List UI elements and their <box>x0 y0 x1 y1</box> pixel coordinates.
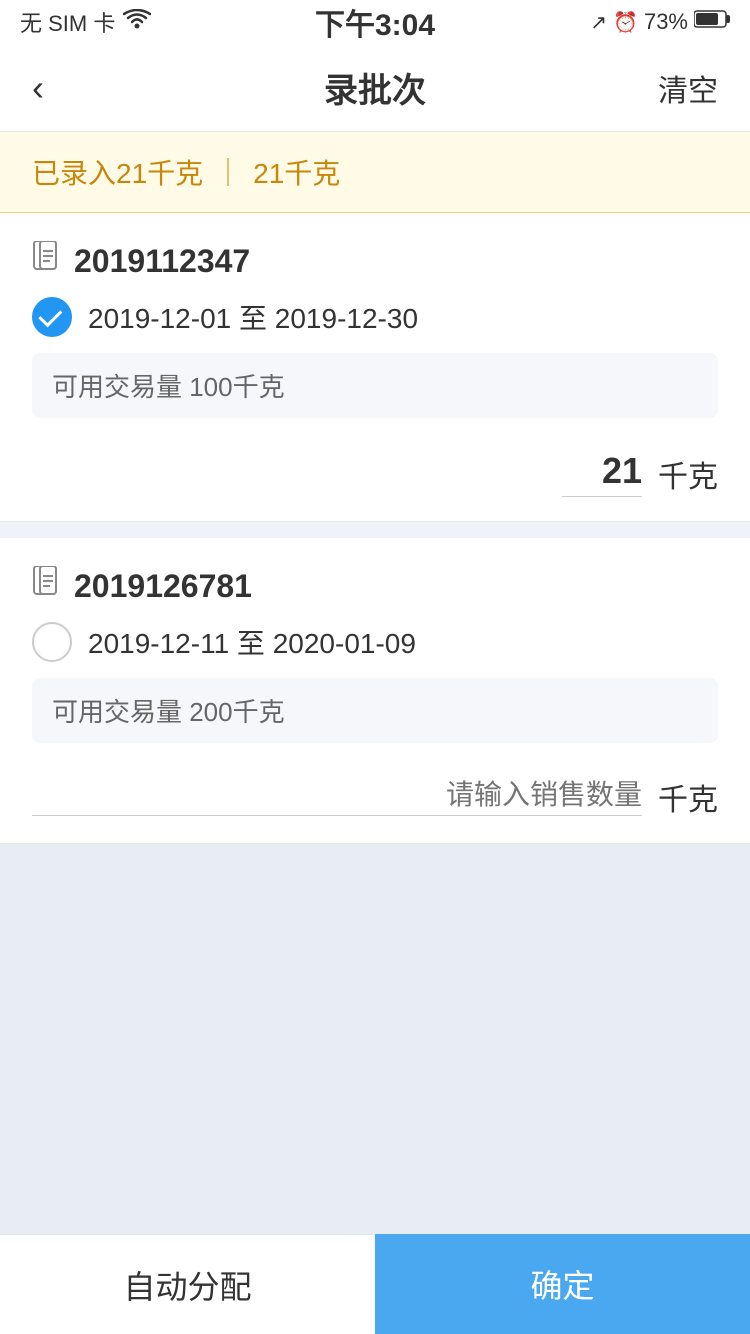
batch-2-id: 2019126781 <box>74 568 252 605</box>
location-icon: ↗ <box>590 10 607 35</box>
recorded-label: 已录入21千克 <box>32 152 203 192</box>
batch-2-available: 可用交易量 200千克 <box>32 678 718 743</box>
clear-button[interactable]: 清空 <box>658 66 718 110</box>
batch-1-qty-input[interactable] <box>562 450 642 492</box>
battery-icon <box>694 9 730 35</box>
card-separator <box>0 522 750 538</box>
batch-1-date-row: 2019-12-01 至 2019-12-30 <box>0 289 750 345</box>
batch-1-radio[interactable] <box>32 297 72 337</box>
carrier-label: 无 SIM 卡 <box>20 6 115 38</box>
status-time: 下午3:04 <box>315 0 435 44</box>
batch-1-id: 2019112347 <box>74 243 250 280</box>
batch-2-doc-icon <box>32 566 62 606</box>
batch-2-radio[interactable] <box>32 622 72 662</box>
empty-area <box>0 844 750 1244</box>
confirm-button[interactable]: 确定 <box>375 1234 750 1334</box>
batch-2-qty-row: 千克 <box>0 759 750 844</box>
batch-2-date: 2019-12-11 至 2020-01-09 <box>88 622 416 662</box>
summary-divider <box>227 158 229 186</box>
summary-bar: 已录入21千克 21千克 <box>0 132 750 213</box>
batch-1-doc-icon <box>32 241 62 281</box>
batch-2-header: 2019126781 <box>0 538 750 614</box>
batch-2-qty-input[interactable] <box>32 779 642 811</box>
batch-2-unit: 千克 <box>658 775 718 819</box>
content-wrapper: 已录入21千克 21千克 2019112347 2019-12-01 至 201… <box>0 132 750 1244</box>
status-bar: 无 SIM 卡 下午3:04 ↗ ⏰ 73% <box>0 0 750 44</box>
wifi-icon <box>123 9 151 35</box>
batch-card-1: 2019112347 2019-12-01 至 2019-12-30 可用交易量… <box>0 213 750 522</box>
status-left: 无 SIM 卡 <box>20 6 151 38</box>
batch-2-date-row: 2019-12-11 至 2020-01-09 <box>0 614 750 670</box>
back-button[interactable]: ‹ <box>32 67 44 109</box>
batch-1-qty-underline <box>562 450 642 497</box>
alarm-icon: ⏰ <box>613 10 638 35</box>
status-right: ↗ ⏰ 73% <box>590 9 730 35</box>
bottom-bar: 自动分配 确定 <box>0 1234 750 1334</box>
summary-amount: 21千克 <box>253 152 340 192</box>
batch-1-available: 可用交易量 100千克 <box>32 353 718 418</box>
batch-1-unit: 千克 <box>658 452 718 496</box>
battery-label: 73% <box>644 9 688 35</box>
batch-1-qty-row: 千克 <box>0 434 750 522</box>
batch-card-2: 2019126781 2019-12-11 至 2020-01-09 可用交易量… <box>0 538 750 844</box>
page-title: 录批次 <box>324 63 426 112</box>
batch-1-header: 2019112347 <box>0 213 750 289</box>
batch-2-qty-underline <box>32 779 642 816</box>
auto-distribute-button[interactable]: 自动分配 <box>0 1234 375 1334</box>
nav-bar: ‹ 录批次 清空 <box>0 44 750 132</box>
batch-1-date: 2019-12-01 至 2019-12-30 <box>88 297 418 337</box>
